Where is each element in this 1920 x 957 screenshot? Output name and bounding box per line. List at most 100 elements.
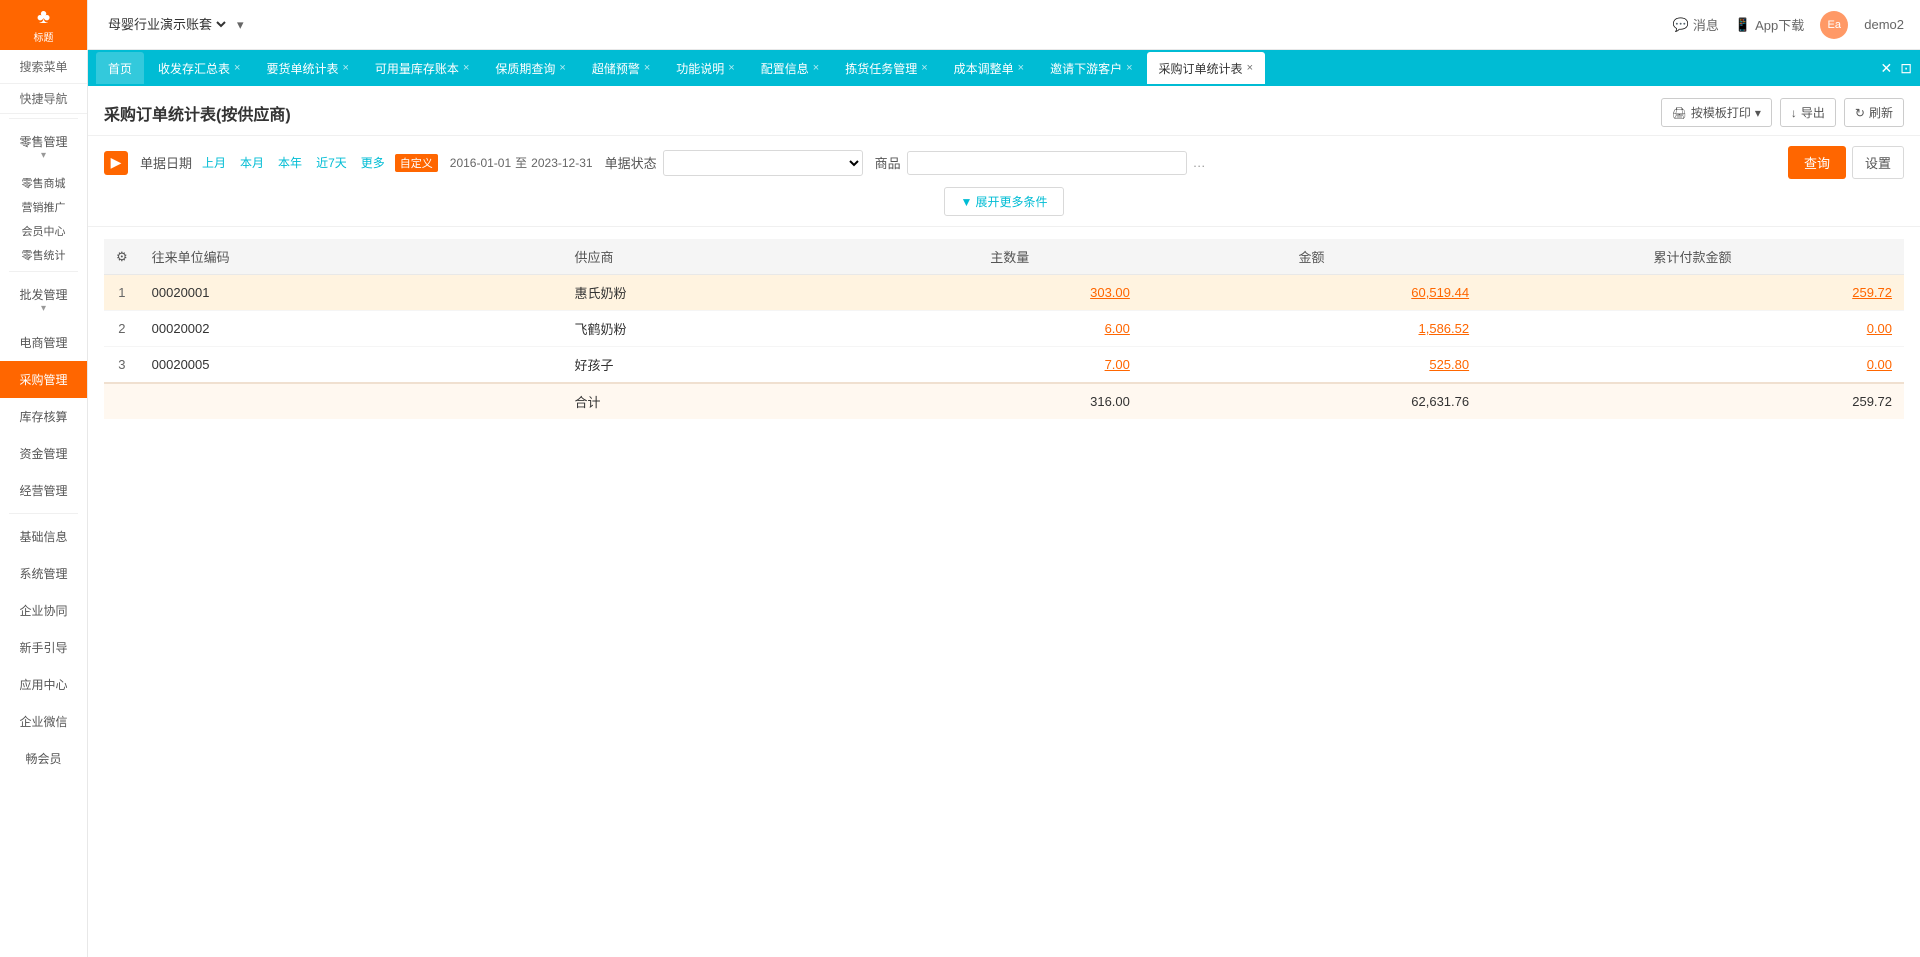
- tab-purchase-summary[interactable]: 采购订单统计表 ×: [1147, 52, 1265, 84]
- tab-expiry-query[interactable]: 保质期查询 ×: [483, 52, 577, 84]
- close-icon[interactable]: ×: [728, 62, 734, 74]
- row-quantity[interactable]: 6.00: [878, 311, 1142, 347]
- more-filter-row: ▼ 展开更多条件: [104, 187, 1904, 216]
- row-amount[interactable]: 60,519.44: [1142, 275, 1481, 311]
- sidebar-item-inventory[interactable]: 库存核算: [0, 398, 87, 435]
- tab-available-inventory[interactable]: 可用量库存账本 ×: [363, 52, 481, 84]
- custom-badge[interactable]: 自定义: [395, 154, 438, 172]
- row-amount[interactable]: 1,586.52: [1142, 311, 1481, 347]
- user-label: Ea: [1828, 19, 1841, 31]
- row-paid-amount[interactable]: 259.72: [1481, 275, 1904, 311]
- status-select[interactable]: [663, 150, 863, 176]
- date-separator: 至: [515, 154, 527, 171]
- sidebar-item-wholesale[interactable]: 批发管理 ▾: [0, 276, 87, 324]
- shortcut-last-month[interactable]: 上月: [198, 152, 230, 173]
- table-row: 2 00020002 飞鹤奶粉 6.00 1,586.52 0.00: [104, 311, 1904, 347]
- close-icon[interactable]: ×: [463, 62, 469, 74]
- sidebar-item-operation[interactable]: 经营管理: [0, 472, 87, 509]
- sidebar-item-app-center[interactable]: 应用中心: [0, 666, 87, 703]
- row-quantity[interactable]: 7.00: [878, 347, 1142, 384]
- tab-pick-task[interactable]: 拣货任务管理 ×: [833, 52, 939, 84]
- shortcut-more[interactable]: 更多: [357, 152, 389, 173]
- footer-paid-amount: 259.72: [1481, 383, 1904, 419]
- row-amount[interactable]: 525.80: [1142, 347, 1481, 384]
- logo[interactable]: ♣ 标题: [0, 0, 87, 50]
- table-row: 3 00020005 好孩子 7.00 525.80 0.00: [104, 347, 1904, 384]
- sidebar-item-marketing[interactable]: 营销推广: [0, 195, 87, 219]
- footer-empty: [104, 383, 140, 419]
- sidebar-search[interactable]: 搜索菜单: [0, 50, 87, 84]
- tab-function-desc[interactable]: 功能说明 ×: [664, 52, 746, 84]
- sidebar-item-retail-stats[interactable]: 零售统计: [0, 243, 87, 267]
- close-icon[interactable]: ×: [1018, 62, 1024, 74]
- sidebar-item-new-guide[interactable]: 新手引导: [0, 629, 87, 666]
- sidebar-item-basic-info[interactable]: 基础信息: [0, 518, 87, 555]
- sidebar-quick-nav[interactable]: 快捷导航: [0, 84, 87, 114]
- close-icon[interactable]: ×: [559, 62, 565, 74]
- page-inner: 采购订单统计表(按供应商) 🖨 按模板打印 ▾ ↓ 导出 ↻ 刷新: [88, 86, 1920, 957]
- app-download-button[interactable]: 📱 App下载: [1735, 15, 1804, 34]
- close-tab-icon[interactable]: ✕: [1881, 60, 1893, 77]
- query-button[interactable]: 查询: [1788, 146, 1846, 179]
- shortcut-7days[interactable]: 近7天: [312, 152, 351, 173]
- table-footer-row: 合计 316.00 62,631.76 259.72: [104, 383, 1904, 419]
- sidebar-item-member[interactable]: 畅会员: [0, 740, 87, 777]
- close-icon[interactable]: ×: [342, 62, 348, 74]
- close-icon[interactable]: ×: [1126, 62, 1132, 74]
- expand-more-button[interactable]: ▼ 展开更多条件: [944, 187, 1065, 216]
- row-paid-amount[interactable]: 0.00: [1481, 311, 1904, 347]
- tab-config-info[interactable]: 配置信息 ×: [749, 52, 831, 84]
- message-icon: 💬: [1673, 17, 1689, 33]
- message-button[interactable]: 💬 消息: [1673, 15, 1719, 34]
- close-icon[interactable]: ×: [921, 62, 927, 74]
- sidebar-item-label: 畅会员: [0, 750, 87, 767]
- account-selector[interactable]: 母婴行业演示账套: [104, 16, 229, 33]
- goods-input[interactable]: [907, 151, 1187, 175]
- export-button[interactable]: ↓ 导出: [1780, 98, 1836, 127]
- tab-receive-summary[interactable]: 收发存汇总表 ×: [146, 52, 252, 84]
- sidebar-item-member-center[interactable]: 会员中心: [0, 219, 87, 243]
- close-icon[interactable]: ×: [234, 62, 240, 74]
- header-right: 💬 消息 📱 App下载 Ea demo2: [1673, 11, 1904, 39]
- avatar[interactable]: Ea: [1820, 11, 1848, 39]
- row-code: 00020001: [140, 275, 563, 311]
- sidebar-item-retail-management[interactable]: 零售管理 ▾: [0, 123, 87, 171]
- row-quantity[interactable]: 303.00: [878, 275, 1142, 311]
- sidebar-item-wechat[interactable]: 企业微信: [0, 703, 87, 740]
- goods-label: 商品: [875, 153, 901, 172]
- refresh-label: 刷新: [1869, 104, 1893, 121]
- print-button[interactable]: 🖨 按模板打印 ▾: [1661, 98, 1772, 127]
- tab-goods-summary[interactable]: 要货单统计表 ×: [254, 52, 360, 84]
- sidebar-item-system[interactable]: 系统管理: [0, 555, 87, 592]
- shortcut-this-month[interactable]: 本月: [236, 152, 268, 173]
- close-icon[interactable]: ×: [644, 62, 650, 74]
- logo-icon: ♣: [37, 6, 50, 29]
- sidebar-item-enterprise-collab[interactable]: 企业协同: [0, 592, 87, 629]
- close-icon[interactable]: ×: [1247, 62, 1253, 74]
- tab-overstock-alert[interactable]: 超储预警 ×: [580, 52, 662, 84]
- refresh-button[interactable]: ↻ 刷新: [1844, 98, 1904, 127]
- sidebar-item-purchase[interactable]: 采购管理: [0, 361, 87, 398]
- tab-cost-adjust[interactable]: 成本调整单 ×: [942, 52, 1036, 84]
- row-supplier: 好孩子: [563, 347, 878, 384]
- print-arrow-icon: ▾: [1755, 106, 1761, 120]
- tab-home[interactable]: 首页: [96, 52, 144, 84]
- table-header-row: ⚙ 往来单位编码 供应商 主数量 金额 累计付款金额: [104, 239, 1904, 275]
- shortcut-this-year[interactable]: 本年: [274, 152, 306, 173]
- row-paid-amount[interactable]: 0.00: [1481, 347, 1904, 384]
- settings-icon[interactable]: ⚙: [116, 249, 128, 264]
- more-icon[interactable]: …: [1193, 155, 1206, 170]
- page-title: 采购订单统计表(按供应商): [104, 101, 291, 125]
- close-icon[interactable]: ×: [813, 62, 819, 74]
- maximize-icon[interactable]: ⊡: [1900, 60, 1912, 77]
- filter-date-item: 单据日期 上月 本月 本年 近7天 更多 自定义: [140, 152, 438, 173]
- settings-button[interactable]: 设置: [1852, 146, 1904, 179]
- tab-invite-downstream[interactable]: 邀请下游客户 ×: [1038, 52, 1144, 84]
- sidebar-item-finance[interactable]: 资金管理: [0, 435, 87, 472]
- username-label: demo2: [1864, 17, 1904, 32]
- filter-toggle[interactable]: ▶: [104, 151, 128, 175]
- sidebar-item-label: 营销推广: [0, 199, 87, 215]
- sidebar-item-ecommerce[interactable]: 电商管理: [0, 324, 87, 361]
- sidebar-item-retail-shop[interactable]: 零售商城: [0, 171, 87, 195]
- top-header: 母婴行业演示账套 ▾ 💬 消息 📱 App下载 Ea demo2: [88, 0, 1920, 50]
